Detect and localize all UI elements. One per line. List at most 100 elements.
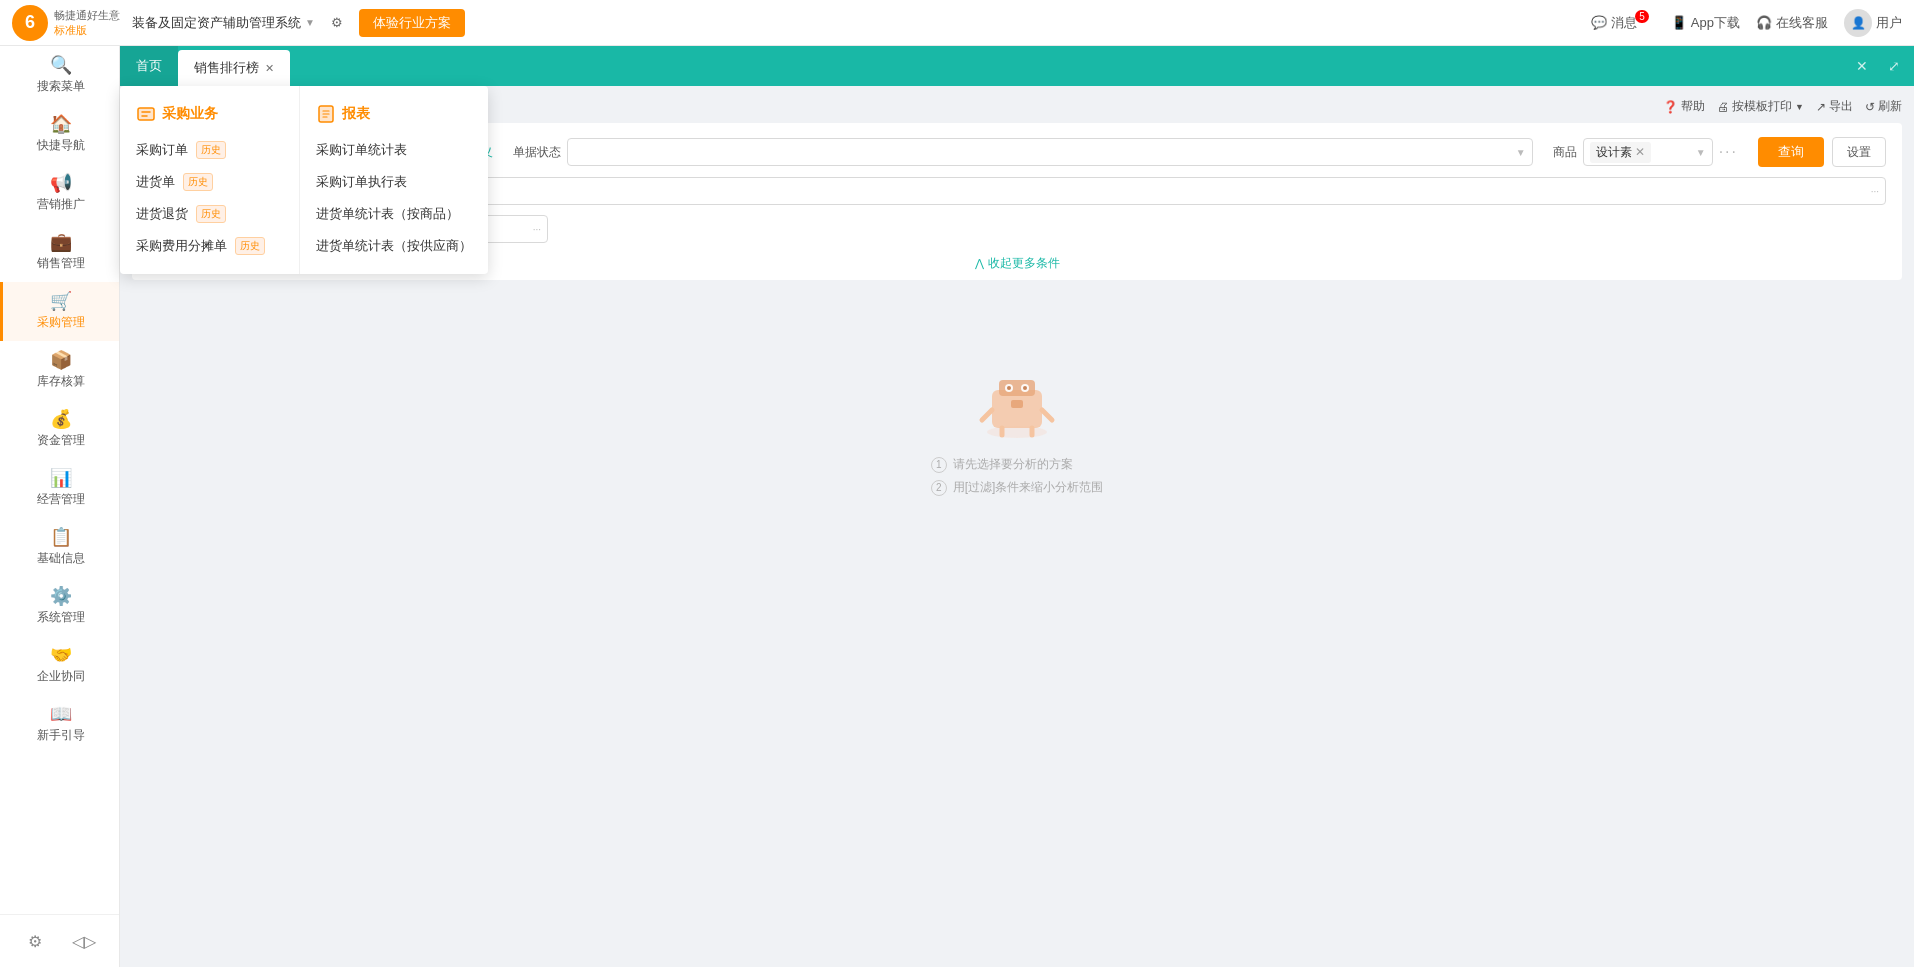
sidebar-item-guide[interactable]: 📖 新手引导 — [0, 695, 119, 754]
sidebar-item-finance[interactable]: 💰 资金管理 — [0, 400, 119, 459]
report-col-header: 报表 — [300, 98, 488, 134]
print-btn[interactable]: 🖨 按模板打印 ▼ — [1717, 98, 1804, 115]
sidebar-item-system[interactable]: ⚙️ 系统管理 — [0, 577, 119, 636]
stock-in-stats-supplier-item[interactable]: 进货单统计表（按供应商） — [300, 230, 488, 262]
svg-point-6 — [1023, 386, 1027, 390]
home-icon: 🏠 — [50, 115, 72, 133]
avatar: 👤 — [1844, 9, 1872, 37]
headset-icon: 🎧 — [1756, 15, 1772, 30]
goods-arrow-icon: ▼ — [1696, 147, 1706, 158]
tip-num-2: 2 — [931, 480, 947, 496]
logo-icon: 6 — [12, 5, 48, 41]
sidebar-item-search[interactable]: 🔍 搜索菜单 — [0, 46, 119, 105]
system-area: 装备及固定资产辅助管理系统 ▼ ⚙ 体验行业方案 — [132, 9, 1591, 37]
collapse-up-icon: ⋀ — [975, 257, 984, 270]
help-icon: ❓ — [1663, 100, 1678, 114]
guide-icon: 📖 — [50, 705, 72, 723]
sidebar-item-operations[interactable]: 📊 经营管理 — [0, 459, 119, 518]
return-goods-item[interactable]: 进货退货 历史 — [120, 198, 299, 230]
sidebar-item-enterprise[interactable]: 🤝 企业协同 — [0, 636, 119, 695]
tab-maximize-btn[interactable]: ⤢ — [1882, 54, 1906, 78]
bill-status-select[interactable]: ▼ — [567, 138, 1533, 166]
system-name: 装备及固定资产辅助管理系统 ▼ — [132, 14, 315, 32]
purchase-cost-item[interactable]: 采购费用分摊单 历史 — [120, 230, 299, 262]
goods-label: 商品 — [1553, 144, 1577, 161]
purchase-col-icon — [136, 104, 156, 124]
stock-in-badge: 历史 — [183, 173, 213, 191]
settings-result-btn[interactable]: 设置 — [1832, 137, 1886, 167]
svg-rect-8 — [138, 108, 154, 120]
empty-illustration — [967, 360, 1067, 440]
top-bar-right: 💬 消息 5 📱 App下载 🎧 在线客服 👤 用户 — [1591, 9, 1902, 37]
phone-icon: 📱 — [1671, 15, 1687, 30]
print-icon: 🖨 — [1717, 100, 1729, 114]
purchase-col: 采购业务 采购订单 历史 进货单 历史 进货退货 历史 采购费用分摊单 历史 — [120, 86, 300, 274]
tab-bar-right: ✕ ⤢ — [1842, 46, 1914, 86]
sidebar-collapse-btn[interactable]: ◁▷ — [68, 925, 100, 957]
system-icon: ⚙️ — [50, 587, 72, 605]
help-btn[interactable]: ❓ 帮助 — [1663, 98, 1705, 115]
system-dropdown-arrow[interactable]: ▼ — [305, 17, 315, 28]
logo-area: 6 畅捷通好生意 标准版 — [12, 5, 132, 41]
goods-more-btn[interactable]: ··· — [1719, 143, 1738, 161]
sidebar: 🔍 搜索菜单 🏠 快捷导航 📢 营销推广 💼 销售管理 🛒 采购管理 📦 库存核… — [0, 46, 120, 967]
inventory-icon: 📦 — [50, 351, 72, 369]
purchase-order-item[interactable]: 采购订单 历史 — [120, 134, 299, 166]
search-icon: 🔍 — [50, 56, 72, 74]
tab-sales-rank[interactable]: 销售排行榜 ✕ — [178, 50, 290, 86]
messages-btn[interactable]: 💬 消息 5 — [1591, 14, 1655, 32]
export-icon: ↗ — [1816, 100, 1826, 114]
message-icon: 💬 — [1591, 15, 1607, 30]
sidebar-item-marketing[interactable]: 📢 营销推广 — [0, 164, 119, 223]
tab-minimize-btn[interactable]: ✕ — [1850, 54, 1874, 78]
sidebar-settings-btn[interactable]: ⚙ — [19, 925, 51, 957]
bill-status-arrow-icon: ▼ — [1516, 147, 1526, 158]
message-badge: 5 — [1635, 10, 1649, 23]
settings-icon-btn[interactable]: ⚙ — [323, 9, 351, 37]
stock-in-stats-goods-item[interactable]: 进货单统计表（按商品） — [300, 198, 488, 230]
online-service-btn[interactable]: 🎧 在线客服 — [1756, 14, 1828, 32]
tab-close-icon[interactable]: ✕ — [265, 62, 274, 75]
purchase-icon: 🛒 — [50, 292, 72, 310]
finance-icon: 💰 — [50, 410, 72, 428]
purchase-order-exec-item[interactable]: 采购订单执行表 — [300, 166, 488, 198]
tip-num-1: 1 — [931, 457, 947, 473]
empty-state: 1 请先选择要分析的方案 2 用[过滤]条件来缩小分析范围 — [132, 280, 1902, 582]
tab-home[interactable]: 首页 — [120, 46, 178, 86]
purchase-order-stats-item[interactable]: 采购订单统计表 — [300, 134, 488, 166]
report-col-icon — [316, 104, 336, 124]
purchase-order-badge: 历史 — [196, 141, 226, 159]
purchase-col-header: 采购业务 — [120, 98, 299, 134]
basic-info-icon: 📋 — [50, 528, 72, 546]
sidebar-item-basic-info[interactable]: 📋 基础信息 — [0, 518, 119, 577]
sidebar-item-inventory[interactable]: 📦 库存核算 — [0, 341, 119, 400]
sidebar-item-purchase[interactable]: 🛒 采购管理 — [0, 282, 119, 341]
top-bar: 6 畅捷通好生意 标准版 装备及固定资产辅助管理系统 ▼ ⚙ 体验行业方案 💬 … — [0, 0, 1914, 46]
purchase-dropdown-menu: 采购业务 采购订单 历史 进货单 历史 进货退货 历史 采购费用分摊单 历史 — [120, 86, 488, 274]
svg-rect-7 — [1011, 400, 1023, 408]
industry-btn[interactable]: 体验行业方案 — [359, 9, 465, 37]
goods-select[interactable]: 设计素 ✕ ▼ — [1583, 138, 1713, 166]
refresh-btn[interactable]: ↺ 刷新 — [1865, 98, 1902, 115]
app-download-btn[interactable]: 📱 App下载 — [1671, 14, 1740, 32]
sidebar-item-home[interactable]: 🏠 快捷导航 — [0, 105, 119, 164]
export-btn[interactable]: ↗ 导出 — [1816, 98, 1853, 115]
goods-tag-close[interactable]: ✕ — [1635, 145, 1645, 159]
stock-in-item[interactable]: 进货单 历史 — [120, 166, 299, 198]
sidebar-item-sales[interactable]: 💼 销售管理 — [0, 223, 119, 282]
search-btn[interactable]: 查询 — [1758, 137, 1824, 167]
bill-status-label: 单据状态 — [513, 144, 561, 161]
print-arrow-icon: ▼ — [1795, 102, 1804, 112]
user-btn[interactable]: 👤 用户 — [1844, 9, 1902, 37]
refresh-icon: ↺ — [1865, 100, 1875, 114]
empty-tips-list: 1 请先选择要分析的方案 2 用[过滤]条件来缩小分析范围 — [931, 456, 1104, 502]
logo-text: 畅捷通好生意 标准版 — [54, 8, 120, 37]
svg-point-5 — [1007, 386, 1011, 390]
report-col: 报表 采购订单统计表 采购订单执行表 进货单统计表（按商品） 进货单统计表（按供… — [300, 86, 488, 274]
customer-more-icon: ··· — [533, 224, 541, 235]
svg-rect-2 — [999, 380, 1035, 396]
enterprise-icon: 🤝 — [50, 646, 72, 664]
goods-tag: 设计素 ✕ — [1590, 142, 1651, 163]
sales-icon: 💼 — [50, 233, 72, 251]
salesperson-input[interactable]: ··· — [384, 177, 1886, 205]
